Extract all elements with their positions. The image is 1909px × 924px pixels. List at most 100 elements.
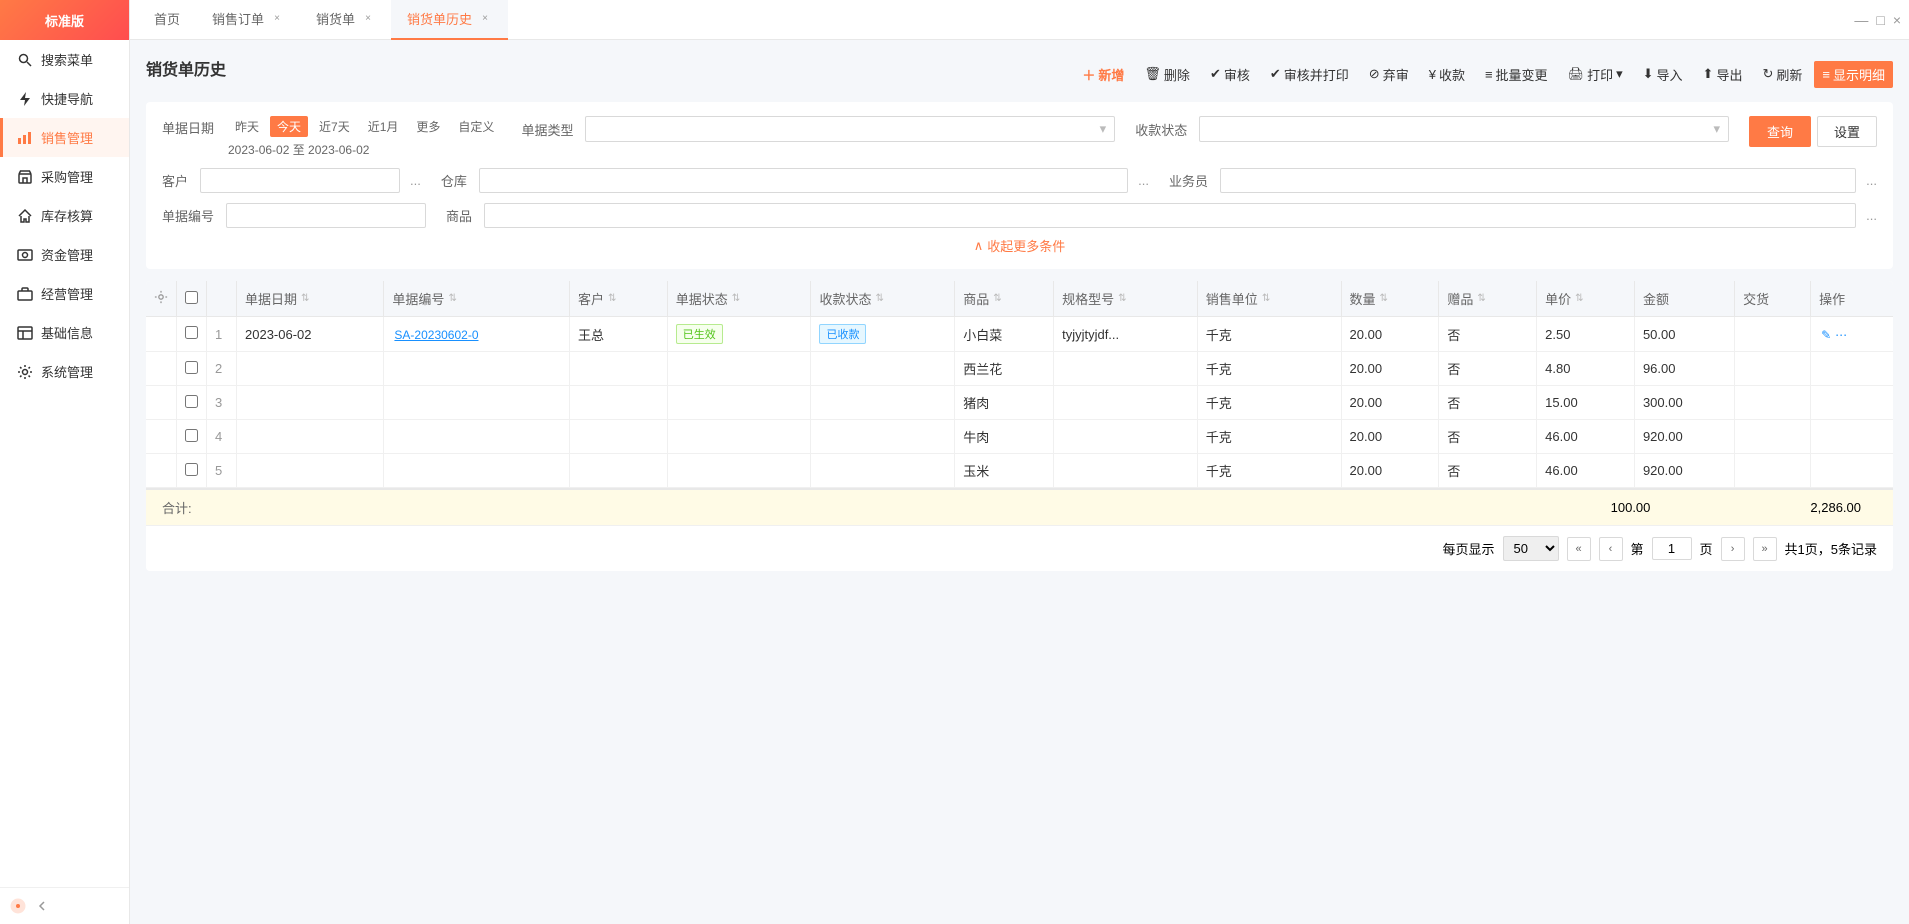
sidebar-item-base[interactable]: 基础信息 [0, 313, 129, 352]
th-price[interactable]: 单价 ⇅ [1537, 281, 1635, 317]
sort-unit-icon[interactable]: ⇅ [1262, 293, 1270, 304]
tab-sales-history[interactable]: 销货单历史 × [391, 0, 508, 40]
refresh-button[interactable]: ↻ 刷新 [1754, 61, 1810, 88]
row-checkbox[interactable] [185, 395, 198, 408]
tab-sales-delivery[interactable]: 销货单 × [300, 0, 391, 40]
date-btn-custom[interactable]: 自定义 [451, 116, 501, 137]
td-check[interactable] [177, 454, 207, 488]
sidebar-item-search-menu[interactable]: 搜索菜单 [0, 40, 129, 79]
sort-orderno-icon[interactable]: ⇅ [448, 293, 456, 304]
print-button[interactable]: 🖨 打印 ▾ [1560, 61, 1631, 88]
next-page-button[interactable]: › [1721, 537, 1745, 561]
sidebar-item-inventory[interactable]: 库存核算 [0, 196, 129, 235]
sidebar-item-finance[interactable]: 资金管理 [0, 235, 129, 274]
th-order-no[interactable]: 单据编号 ⇅ [384, 281, 570, 317]
order-no-link[interactable]: SA-20230602-0 [394, 328, 478, 342]
td-order-no[interactable] [384, 454, 570, 488]
th-order-status[interactable]: 单据状态 ⇅ [667, 281, 811, 317]
abandon-button[interactable]: ⊘ 弃审 [1361, 61, 1417, 88]
set-button[interactable]: 设置 [1817, 116, 1877, 147]
sort-paystatus-icon[interactable]: ⇅ [875, 293, 883, 304]
td-check[interactable] [177, 317, 207, 352]
first-page-button[interactable]: « [1567, 537, 1591, 561]
show-detail-button[interactable]: ≡ 显示明细 [1814, 61, 1893, 88]
tab-home[interactable]: 首页 [138, 0, 196, 40]
sort-date-icon[interactable]: ⇅ [301, 293, 309, 304]
th-date[interactable]: 单据日期 ⇅ [237, 281, 384, 317]
warehouse-input[interactable] [479, 168, 1128, 193]
tab-close-all-icon[interactable]: × [1893, 12, 1901, 28]
sidebar-item-quick-nav[interactable]: 快捷导航 [0, 79, 129, 118]
query-button[interactable]: 查询 [1749, 116, 1811, 147]
salesperson-dots[interactable]: ... [1866, 173, 1877, 188]
th-customer[interactable]: 客户 ⇅ [569, 281, 667, 317]
status-select[interactable]: ▾ [1199, 116, 1729, 142]
goods-input[interactable] [484, 203, 1856, 228]
tab-close-sales-delivery[interactable]: × [361, 12, 375, 26]
page-number-input[interactable] [1652, 537, 1692, 560]
th-amount[interactable]: 金额 [1634, 281, 1734, 317]
date-btn-today[interactable]: 今天 [270, 116, 308, 137]
tab-maximize-icon[interactable]: □ [1876, 12, 1884, 28]
customer-dots[interactable]: ... [410, 173, 421, 188]
row-checkbox[interactable] [185, 326, 198, 339]
tab-sales-order[interactable]: 销售订单 × [196, 0, 300, 40]
td-order-no[interactable] [384, 352, 570, 386]
customer-input[interactable] [200, 168, 400, 193]
td-order-no[interactable] [384, 420, 570, 454]
th-pay-status[interactable]: 收款状态 ⇅ [811, 281, 955, 317]
warehouse-dots[interactable]: ... [1138, 173, 1149, 188]
new-button[interactable]: ＋ 新增 [1074, 61, 1132, 88]
audit-button[interactable]: ✔ 审核 [1202, 61, 1258, 88]
sort-price-icon[interactable]: ⇅ [1575, 293, 1583, 304]
td-check[interactable] [177, 352, 207, 386]
audit-print-button[interactable]: ✔ 审核并打印 [1262, 61, 1357, 88]
sort-qty-icon[interactable]: ⇅ [1380, 293, 1388, 304]
date-btn-yesterday[interactable]: 昨天 [228, 116, 266, 137]
td-check[interactable] [177, 420, 207, 454]
collapse-sidebar-icon[interactable] [34, 898, 50, 914]
td-order-no[interactable]: SA-20230602-0 [384, 317, 570, 352]
row-checkbox[interactable] [185, 463, 198, 476]
tab-minimize-icon[interactable]: — [1854, 12, 1868, 28]
sidebar-item-sales[interactable]: 销售管理 [0, 118, 129, 157]
row-checkbox[interactable] [185, 429, 198, 442]
prev-page-button[interactable]: ‹ [1599, 537, 1623, 561]
page-size-select[interactable]: 50 100 200 [1503, 536, 1559, 561]
th-check[interactable] [177, 281, 207, 317]
delete-button[interactable]: 🗑 删除 [1136, 61, 1198, 88]
date-btn-1month[interactable]: 近1月 [361, 116, 406, 137]
sort-orderstatus-icon[interactable]: ⇅ [732, 293, 740, 304]
collapse-button[interactable]: ∧ 收起更多条件 [162, 236, 1877, 255]
sidebar-item-system[interactable]: 系统管理 [0, 352, 129, 391]
sort-spec-icon[interactable]: ⇅ [1118, 293, 1126, 304]
th-unit[interactable]: 销售单位 ⇅ [1197, 281, 1341, 317]
row-checkbox[interactable] [185, 361, 198, 374]
sidebar-item-operation[interactable]: 经营管理 [0, 274, 129, 313]
sort-customer-icon[interactable]: ⇅ [608, 293, 616, 304]
collect-button[interactable]: ¥ 收款 [1421, 61, 1473, 88]
order-no-input[interactable] [226, 203, 426, 228]
edit-link[interactable]: ✎ [1821, 328, 1831, 342]
tab-close-sales-history[interactable]: × [478, 12, 492, 26]
sort-goods-icon[interactable]: ⇅ [993, 293, 1001, 304]
select-all-checkbox[interactable] [185, 291, 198, 304]
date-btn-7days[interactable]: 近7天 [312, 116, 357, 137]
more-link[interactable]: ⋯ [1835, 328, 1847, 342]
type-select[interactable]: ▾ [585, 116, 1115, 142]
td-order-no[interactable] [384, 386, 570, 420]
salesperson-input[interactable] [1220, 168, 1856, 193]
export-button[interactable]: ⬆ 导出 [1695, 61, 1751, 88]
th-goods[interactable]: 商品 ⇅ [955, 281, 1054, 317]
import-button[interactable]: ⬇ 导入 [1635, 61, 1691, 88]
sort-gift-icon[interactable]: ⇅ [1477, 293, 1485, 304]
sidebar-item-purchase[interactable]: 采购管理 [0, 157, 129, 196]
td-check[interactable] [177, 386, 207, 420]
batch-change-button[interactable]: ≡ 批量变更 [1477, 61, 1556, 88]
date-btn-more[interactable]: 更多 [409, 116, 447, 137]
th-qty[interactable]: 数量 ⇅ [1341, 281, 1439, 317]
goods-dots[interactable]: ... [1866, 208, 1877, 223]
th-gift[interactable]: 赠品 ⇅ [1439, 281, 1537, 317]
last-page-button[interactable]: » [1753, 537, 1777, 561]
tab-close-sales-order[interactable]: × [270, 12, 284, 26]
